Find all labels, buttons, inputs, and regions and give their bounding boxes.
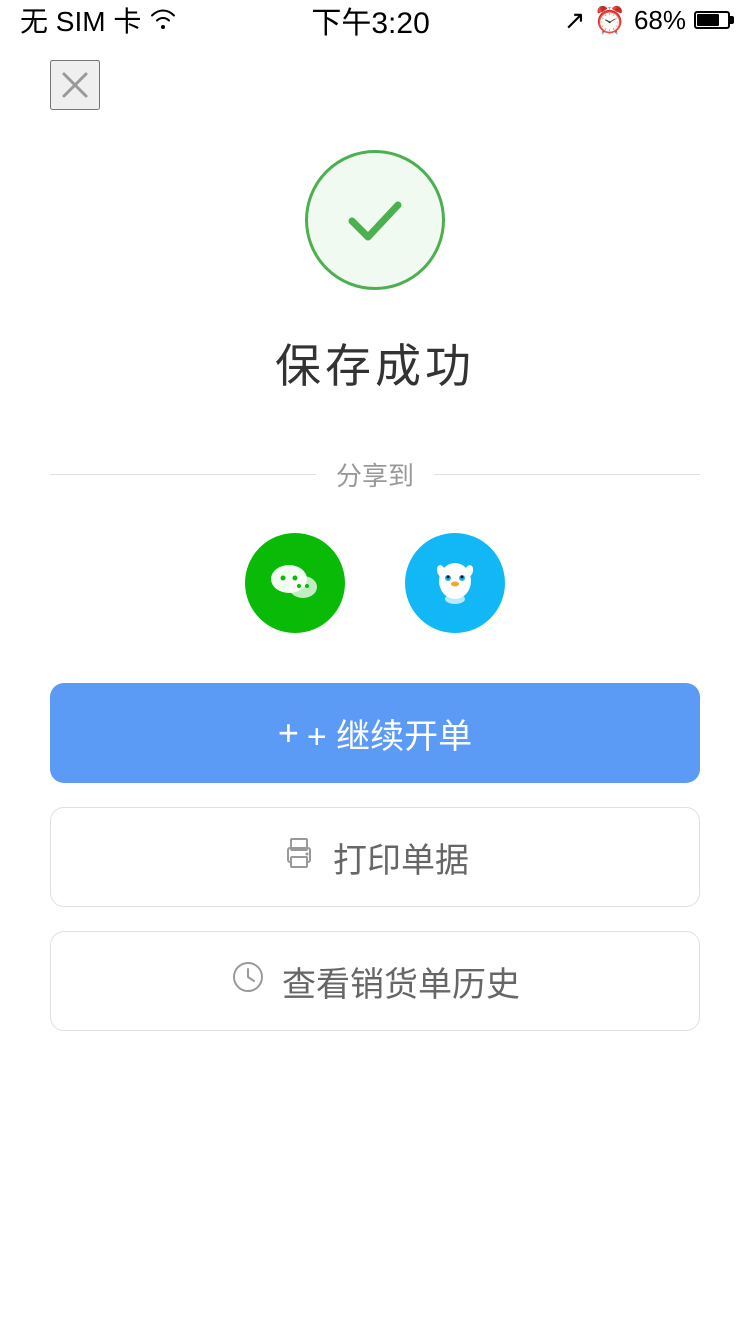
wechat-share-button[interactable]	[245, 533, 345, 633]
share-section: 分享到	[50, 456, 700, 633]
main-content: 保存成功 分享到	[0, 40, 750, 1091]
battery-icon	[694, 5, 730, 36]
action-buttons: + + 继续开单 打印单据 查看销货单历史	[50, 683, 700, 1031]
success-title: 保存成功	[275, 330, 475, 396]
location-icon: ↗	[564, 5, 586, 36]
success-icon-circle	[305, 150, 445, 290]
battery-percent: 68%	[634, 5, 686, 36]
status-bar: 无 SIM 卡 下午3:20 ↗ ⏰ 68%	[0, 0, 750, 40]
view-history-label: 查看销货单历史	[282, 957, 520, 1006]
wifi-icon	[149, 4, 177, 36]
status-right: ↗ ⏰ 68%	[564, 5, 730, 36]
alarm-icon: ⏰	[594, 5, 626, 36]
divider-right	[434, 474, 700, 475]
continue-order-button[interactable]: + + 继续开单	[50, 683, 700, 783]
share-label: 分享到	[336, 456, 414, 493]
no-sim-label: 无 SIM 卡	[20, 0, 141, 40]
divider-left	[50, 474, 316, 475]
history-icon	[230, 959, 266, 1004]
print-order-label: 打印单据	[333, 833, 469, 882]
print-order-button[interactable]: 打印单据	[50, 807, 700, 907]
continue-order-label: + 继续开单	[307, 709, 472, 758]
close-button[interactable]	[50, 60, 100, 110]
view-history-button[interactable]: 查看销货单历史	[50, 931, 700, 1031]
share-icons-row	[50, 533, 700, 633]
share-divider: 分享到	[50, 456, 700, 493]
qq-share-button[interactable]	[405, 533, 505, 633]
status-time: 下午3:20	[311, 0, 429, 42]
printer-icon	[281, 835, 317, 880]
plus-icon: +	[278, 712, 299, 754]
status-left: 无 SIM 卡	[20, 0, 177, 40]
